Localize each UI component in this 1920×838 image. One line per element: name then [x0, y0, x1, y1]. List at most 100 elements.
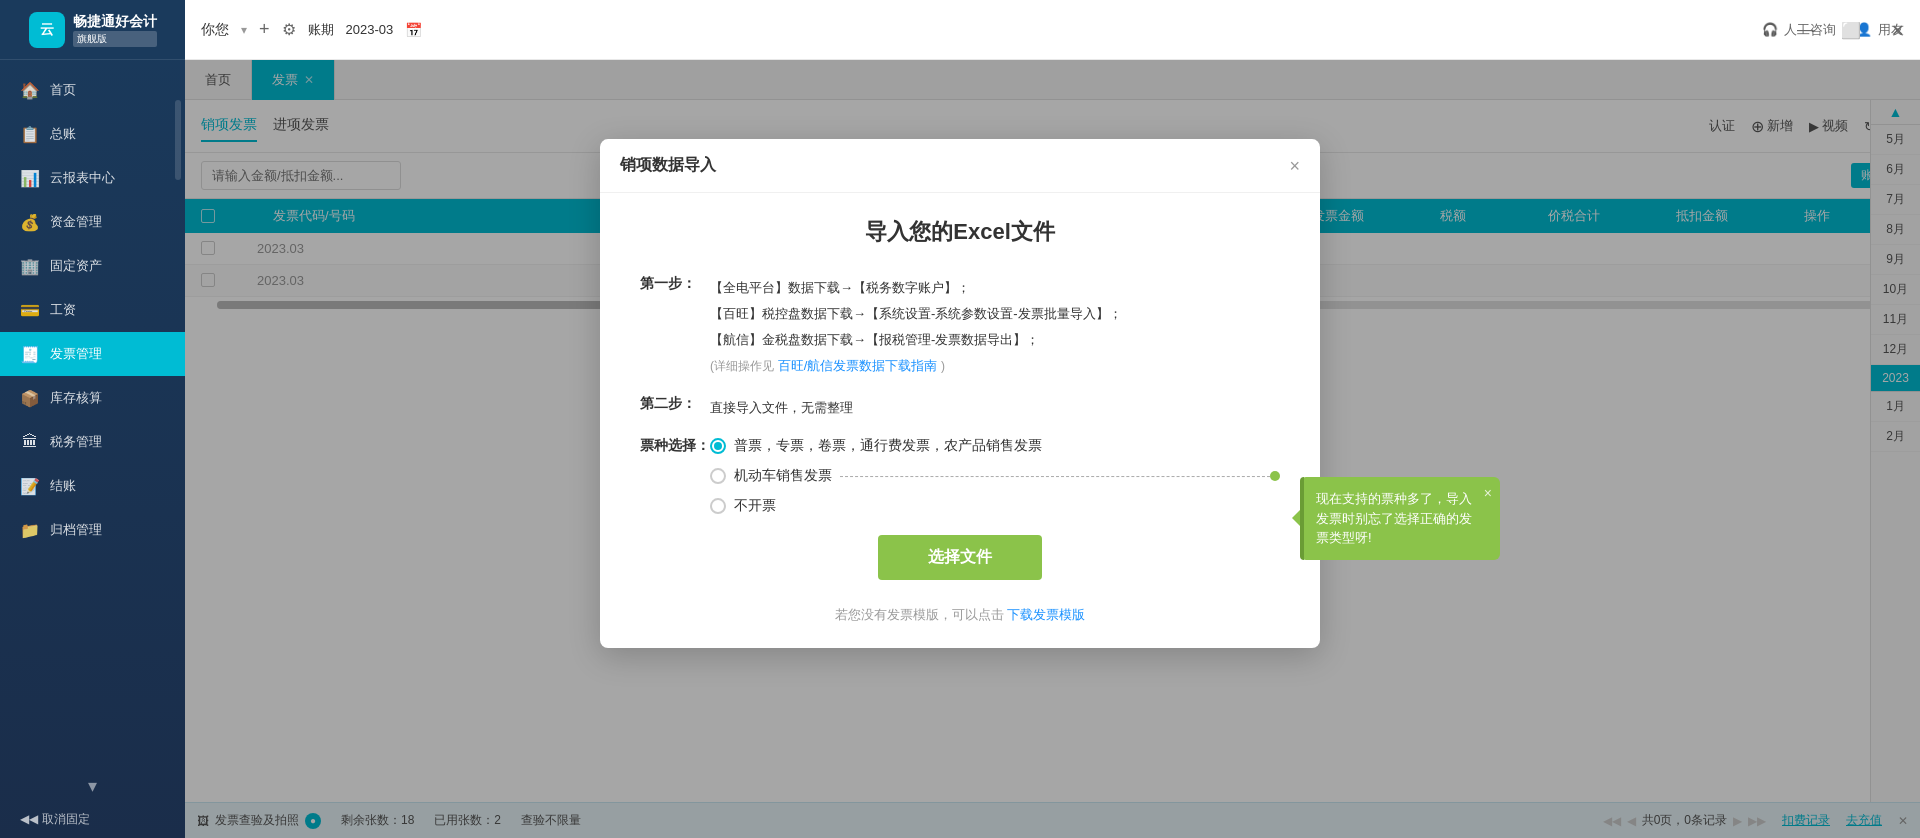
connector-line [840, 476, 1270, 477]
close-button[interactable]: ✕ [1874, 14, 1920, 46]
dialog-title: 销项数据导入 [620, 155, 716, 176]
step1-row: 第一步： 【全电平台】数据下载→【税务数字账户】； 【百旺】税控盘数据下载→【系… [640, 275, 1280, 379]
sidebar-item-report[interactable]: 📊 云报表中心 [0, 156, 185, 200]
guide-link[interactable]: 百旺/航信发票数据下载指南 [778, 358, 938, 373]
step1-label: 第一步： [640, 275, 710, 293]
fund-icon: 💰 [20, 212, 40, 232]
tooltip-text: 现在支持的票种多了，导入发票时别忘了选择正确的发票类型呀! [1316, 491, 1472, 545]
sidebar-nav: 🏠 首页 📋 总账 📊 云报表中心 💰 资金管理 🏢 固定资产 💳 工资 🧾 发… [0, 60, 185, 771]
asset-icon: 🏢 [20, 256, 40, 276]
sidebar-item-fund[interactable]: 💰 资金管理 [0, 200, 185, 244]
sidebar-item-label: 结账 [50, 477, 76, 495]
salary-icon: 💳 [20, 300, 40, 320]
step1-line-2: 【百旺】税控盘数据下载→【系统设置-系统参数设置-发票批量导入】； [710, 301, 1122, 327]
logo-icon: 云 [29, 12, 65, 48]
radio-none-label: 不开票 [734, 497, 776, 515]
sidebar-item-invoice[interactable]: 🧾 发票管理 [0, 332, 185, 376]
home-icon: 🏠 [20, 80, 40, 100]
import-dialog: 销项数据导入 × 导入您的Excel文件 第一步： 【全电平台】数据下载→【税务… [600, 139, 1320, 648]
radio-none[interactable]: 不开票 [710, 497, 1280, 515]
sidebar-item-label: 税务管理 [50, 433, 102, 451]
sidebar-cancel-fixed[interactable]: ◀◀取消固定 [0, 801, 185, 838]
radio-normal-label: 普票，专票，卷票，通行费发票，农产品销售发票 [734, 437, 1042, 455]
step1-line-1: 【全电平台】数据下载→【税务数字账户】； [710, 275, 1122, 301]
sidebar-item-inventory[interactable]: 📦 库存核算 [0, 376, 185, 420]
dialog-main-title: 导入您的Excel文件 [640, 217, 1280, 247]
tax-icon: 🏛 [20, 432, 40, 452]
radio-motor-row: 机动车销售发票 [710, 467, 1280, 485]
ticket-selection-row: 票种选择： 普票，专票，卷票，通行费发票，农产品销售发票 机动车销售发票 [640, 437, 1280, 515]
invoice-icon: 🧾 [20, 344, 40, 364]
sidebar-item-salary[interactable]: 💳 工资 [0, 288, 185, 332]
bottom-note-prefix: 若您没有发票模版，可以点击 [835, 607, 1004, 622]
step2-text: 直接导入文件，无需整理 [710, 400, 853, 415]
dialog-body: 导入您的Excel文件 第一步： 【全电平台】数据下载→【税务数字账户】； 【百… [600, 193, 1320, 648]
sidebar-item-label: 工资 [50, 301, 76, 319]
step2-label: 第二步： [640, 395, 710, 413]
inventory-icon: 📦 [20, 388, 40, 408]
dialog-header: 销项数据导入 × [600, 139, 1320, 193]
radio-circle-motor [710, 468, 726, 484]
topbar: 你您 ▾ + ⚙ 账期 2023-03 📅 🎧 人工咨询 👤 用友 — ⬜ ✕ [185, 0, 1920, 60]
guide-note-prefix: (详细操作见 [710, 359, 774, 373]
tooltip-close-button[interactable]: × [1484, 483, 1492, 504]
step1-line-3: 【航信】金税盘数据下载→【报税管理-发票数据导出】； [710, 327, 1122, 353]
headset-icon: 🎧 [1762, 22, 1778, 37]
radio-dot-normal [714, 442, 722, 450]
sidebar-item-label: 资金管理 [50, 213, 102, 231]
add-tab-button[interactable]: + [259, 19, 270, 40]
logo-badge: 旗舰版 [73, 31, 157, 47]
company-dropdown-arrow[interactable]: ▾ [241, 23, 247, 37]
sidebar-item-label: 首页 [50, 81, 76, 99]
dialog-footer: 选择文件 [640, 515, 1280, 590]
step2-content: 直接导入文件，无需整理 [710, 395, 853, 421]
calendar-icon[interactable]: 📅 [405, 22, 422, 38]
sidebar-item-label: 固定资产 [50, 257, 102, 275]
dialog-bottom-note: 若您没有发票模版，可以点击 下载发票模版 [640, 606, 1280, 624]
download-template-link[interactable]: 下载发票模版 [1007, 607, 1085, 622]
company-selector[interactable]: 你您 [201, 21, 229, 39]
select-file-button[interactable]: 选择文件 [878, 535, 1042, 580]
dialog-close-button[interactable]: × [1289, 157, 1300, 175]
radio-circle-normal [710, 438, 726, 454]
settings-icon[interactable]: ⚙ [282, 20, 296, 39]
sidebar-logo: 云 畅捷通好会计 旗舰版 [0, 0, 185, 60]
sidebar-item-label: 库存核算 [50, 389, 102, 407]
radio-circle-none [710, 498, 726, 514]
connector-dot [1270, 471, 1280, 481]
period-value: 2023-03 [346, 22, 394, 37]
checkout-icon: 📝 [20, 476, 40, 496]
step1-content: 【全电平台】数据下载→【税务数字账户】； 【百旺】税控盘数据下载→【系统设置-系… [710, 275, 1122, 379]
tooltip-bubble: × 现在支持的票种多了，导入发票时别忘了选择正确的发票类型呀! [1300, 477, 1500, 560]
guide-note-suffix: ) [941, 359, 945, 373]
tooltip-bar [1300, 477, 1304, 560]
sidebar-item-label: 归档管理 [50, 521, 102, 539]
step2-row: 第二步： 直接导入文件，无需整理 [640, 395, 1280, 421]
ticket-label: 票种选择： [640, 437, 710, 455]
logo-name: 畅捷通好会计 [73, 12, 157, 30]
window-controls: — ⬜ ✕ [1782, 0, 1920, 60]
minimize-button[interactable]: — [1782, 14, 1828, 46]
sidebar-item-label: 发票管理 [50, 345, 102, 363]
sidebar-scroll-down[interactable]: ▾ [0, 771, 185, 801]
sidebar-item-archive[interactable]: 📁 归档管理 [0, 508, 185, 552]
sidebar-item-checkout[interactable]: 📝 结账 [0, 464, 185, 508]
ledger-icon: 📋 [20, 124, 40, 144]
radio-motor-label: 机动车销售发票 [734, 467, 832, 485]
sidebar-item-label: 云报表中心 [50, 169, 115, 187]
sidebar: 云 畅捷通好会计 旗舰版 🏠 首页 📋 总账 📊 云报表中心 💰 资金管理 🏢 … [0, 0, 185, 838]
sidebar-item-home[interactable]: 🏠 首页 [0, 68, 185, 112]
report-icon: 📊 [20, 168, 40, 188]
period-label: 账期 [308, 21, 334, 39]
sidebar-item-asset[interactable]: 🏢 固定资产 [0, 244, 185, 288]
sidebar-item-ledger[interactable]: 📋 总账 [0, 112, 185, 156]
connector [840, 471, 1280, 481]
sidebar-item-tax[interactable]: 🏛 税务管理 [0, 420, 185, 464]
maximize-button[interactable]: ⬜ [1828, 14, 1874, 46]
sidebar-item-label: 总账 [50, 125, 76, 143]
step1-link-note: (详细操作见 百旺/航信发票数据下载指南 ) [710, 353, 1122, 379]
radio-normal[interactable]: 普票，专票，卷票，通行费发票，农产品销售发票 [710, 437, 1280, 455]
archive-icon: 📁 [20, 520, 40, 540]
ticket-options-container: 普票，专票，卷票，通行费发票，农产品销售发票 机动车销售发票 [710, 437, 1280, 515]
radio-motor[interactable]: 机动车销售发票 [710, 467, 832, 485]
